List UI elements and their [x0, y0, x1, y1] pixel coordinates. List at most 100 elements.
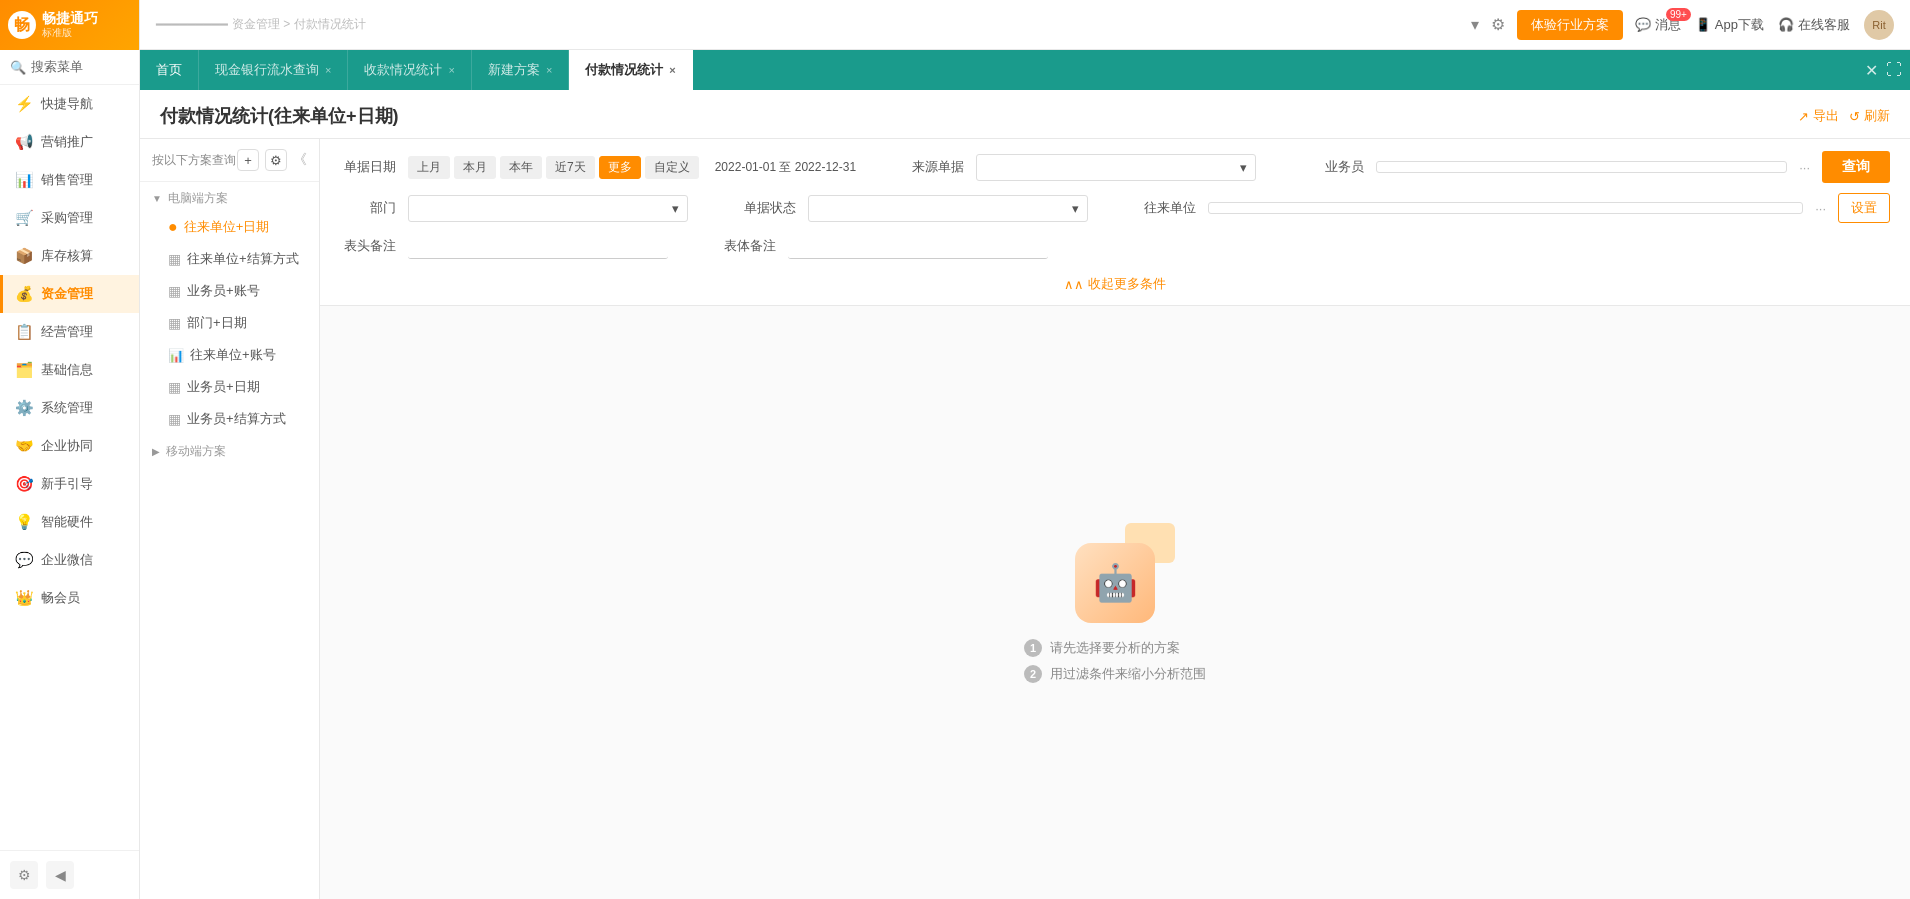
- scheme-item-dept-date[interactable]: ▦ 部门+日期: [140, 307, 319, 339]
- scheme-item-partner-settle[interactable]: ▦ 往来单位+结算方式: [140, 243, 319, 275]
- trial-industry-btn[interactable]: 体验行业方案: [1517, 10, 1623, 40]
- sidebar-item-wechat[interactable]: 💬 企业微信: [0, 541, 139, 579]
- scheme-panel-label: 按以下方案查询: [152, 152, 236, 169]
- sidebar-label-inventory: 库存核算: [41, 247, 93, 265]
- tip-num-2: 2: [1024, 665, 1042, 683]
- tab-bank-flow-close[interactable]: ×: [325, 64, 331, 76]
- search-label: 搜索菜单: [31, 58, 83, 76]
- refresh-btn[interactable]: ↺ 刷新: [1849, 107, 1890, 125]
- scheme-item-icon-7: ▦: [168, 411, 181, 427]
- export-btn[interactable]: ↗ 导出: [1798, 107, 1839, 125]
- tab-receipt-stats[interactable]: 收款情况统计 ×: [348, 50, 471, 90]
- download-icon: 📱: [1695, 17, 1711, 32]
- page-header: 付款情况统计(往来单位+日期) ↗ 导出 ↺ 刷新: [140, 90, 1910, 139]
- sidebar-icon-operation: 📋: [15, 323, 33, 341]
- scheme-group-desktop[interactable]: ▼ 电脑端方案: [140, 182, 319, 211]
- tip-text-1: 请先选择要分析的方案: [1050, 639, 1180, 657]
- tab-home[interactable]: 首页: [140, 50, 199, 90]
- download-label: App下载: [1715, 16, 1764, 34]
- user-avatar[interactable]: Rit: [1864, 10, 1894, 40]
- sidebar-icon-finance: 💰: [15, 285, 33, 303]
- sidebar-item-finance[interactable]: 💰 资金管理: [0, 275, 139, 313]
- sidebar-item-system[interactable]: ⚙️ 系统管理: [0, 389, 139, 427]
- tab-fullscreen-btn[interactable]: ⛶: [1886, 61, 1902, 79]
- topbar-dropdown-icon[interactable]: ▾: [1471, 15, 1479, 34]
- date-this-year-btn[interactable]: 本年: [500, 156, 542, 179]
- app-download-btn[interactable]: 📱 App下载: [1695, 16, 1764, 34]
- scheme-group-arrow: ▼: [152, 193, 162, 204]
- sidebar-item-purchase[interactable]: 🛒 采购管理: [0, 199, 139, 237]
- date-last-month-btn[interactable]: 上月: [408, 156, 450, 179]
- tab-payment-stats-close[interactable]: ×: [669, 64, 675, 76]
- salesman-more-btn[interactable]: ···: [1799, 160, 1810, 175]
- scheme-item-label-5: 往来单位+账号: [190, 346, 276, 364]
- tip-text-2: 用过滤条件来缩小分析范围: [1050, 665, 1206, 683]
- filter-collapse-btn[interactable]: ∧∧ 收起更多条件: [340, 269, 1890, 297]
- scheme-item-salesman-account[interactable]: ▦ 业务员+账号: [140, 275, 319, 307]
- topbar-settings-icon[interactable]: ⚙: [1491, 15, 1505, 34]
- sidebar: 畅 畅捷通巧 标准版 🔍 搜索菜单 ⚡ 快捷导航 📢 营销推广 📊 销售管理 🛒…: [0, 0, 140, 899]
- sidebar-item-quick-nav[interactable]: ⚡ 快捷导航: [0, 85, 139, 123]
- tab-payment-stats[interactable]: 付款情况统计 ×: [569, 50, 692, 90]
- message-btn[interactable]: 💬 消息 99+: [1635, 16, 1681, 34]
- tab-new-scheme-close[interactable]: ×: [546, 64, 552, 76]
- breadcrumb-placeholder: 资金管理 > 付款情况统计: [232, 16, 366, 33]
- main-area: ━━━━━━━━━ 资金管理 > 付款情况统计 ▾ ⚙ 体验行业方案 💬 消息 …: [140, 0, 1910, 899]
- date-btns: 上月 本月 本年 近7天 更多 自定义: [408, 156, 699, 179]
- scheme-group-mobile[interactable]: ▶ 移动端方案: [140, 435, 319, 464]
- doc-status-chevron: ▾: [1072, 201, 1079, 216]
- sidebar-label-enterprise: 企业协同: [41, 437, 93, 455]
- sidebar-label-hardware: 智能硬件: [41, 513, 93, 531]
- tabbar-right: ✕ ⛶: [1865, 50, 1910, 90]
- tab-new-scheme[interactable]: 新建方案 ×: [472, 50, 569, 90]
- salesman-select[interactable]: [1376, 161, 1787, 173]
- doc-status-select[interactable]: ▾: [808, 195, 1088, 222]
- online-service-btn[interactable]: 🎧 在线客服: [1778, 16, 1850, 34]
- date-this-month-btn[interactable]: 本月: [454, 156, 496, 179]
- table-header-note-input[interactable]: [408, 233, 668, 259]
- scheme-item-salesman-settle[interactable]: ▦ 业务员+结算方式: [140, 403, 319, 435]
- sidebar-label-member: 畅会员: [41, 589, 80, 607]
- sidebar-item-basic[interactable]: 🗂️ 基础信息: [0, 351, 139, 389]
- scheme-add-btn[interactable]: +: [237, 149, 259, 171]
- sidebar-item-enterprise[interactable]: 🤝 企业协同: [0, 427, 139, 465]
- collapse-label: 收起更多条件: [1088, 275, 1166, 293]
- table-body-note-input[interactable]: [788, 233, 1048, 259]
- topbar-right: 💬 消息 99+ 📱 App下载 🎧 在线客服 Rit: [1635, 10, 1894, 40]
- content-body: 按以下方案查询 + ⚙ 《 ▼ 电脑端方案 ● 往来单位+日期 ▦: [140, 139, 1910, 899]
- dept-select[interactable]: ▾: [408, 195, 688, 222]
- tab-close-all-btn[interactable]: ✕: [1865, 61, 1878, 80]
- sidebar-item-hardware[interactable]: 💡 智能硬件: [0, 503, 139, 541]
- date-last-7days-btn[interactable]: 近7天: [546, 156, 595, 179]
- sidebar-header: 畅 畅捷通巧 标准版: [0, 0, 139, 50]
- sidebar-icon-marketing: 📢: [15, 133, 33, 151]
- scheme-item-partner-date[interactable]: ● 往来单位+日期: [140, 211, 319, 243]
- sidebar-item-inventory[interactable]: 📦 库存核算: [0, 237, 139, 275]
- scheme-settings-btn[interactable]: ⚙: [265, 149, 287, 171]
- footer-settings-btn[interactable]: ⚙: [10, 861, 38, 889]
- sidebar-search[interactable]: 🔍 搜索菜单: [0, 50, 139, 85]
- sidebar-item-guide[interactable]: 🎯 新手引导: [0, 465, 139, 503]
- partner-select[interactable]: [1208, 202, 1803, 214]
- app-name-block: 畅捷通巧 标准版: [42, 10, 98, 41]
- query-btn[interactable]: 查询: [1822, 151, 1890, 183]
- tab-bank-flow[interactable]: 现金银行流水查询 ×: [199, 50, 348, 90]
- date-custom-btn[interactable]: 自定义: [645, 156, 699, 179]
- sidebar-item-operation[interactable]: 📋 经营管理: [0, 313, 139, 351]
- date-more-btn[interactable]: 更多: [599, 156, 641, 179]
- scheme-collapse-btn[interactable]: 《: [293, 151, 307, 169]
- scheme-item-partner-account[interactable]: 📊 往来单位+账号: [140, 339, 319, 371]
- sidebar-label-purchase: 采购管理: [41, 209, 93, 227]
- source-doc-select[interactable]: ▾: [976, 154, 1256, 181]
- settings-btn[interactable]: 设置: [1838, 193, 1890, 223]
- sidebar-item-sales[interactable]: 📊 销售管理: [0, 161, 139, 199]
- tab-home-label: 首页: [156, 61, 182, 79]
- sidebar-item-member[interactable]: 👑 畅会员: [0, 579, 139, 617]
- partner-more-btn[interactable]: ···: [1815, 201, 1826, 216]
- tab-receipt-stats-close[interactable]: ×: [448, 64, 454, 76]
- sidebar-item-marketing[interactable]: 📢 营销推广: [0, 123, 139, 161]
- export-icon: ↗: [1798, 109, 1809, 124]
- footer-collapse-btn[interactable]: ◀: [46, 861, 74, 889]
- table-header-note-label: 表头备注: [340, 237, 396, 255]
- scheme-item-salesman-date[interactable]: ▦ 业务员+日期: [140, 371, 319, 403]
